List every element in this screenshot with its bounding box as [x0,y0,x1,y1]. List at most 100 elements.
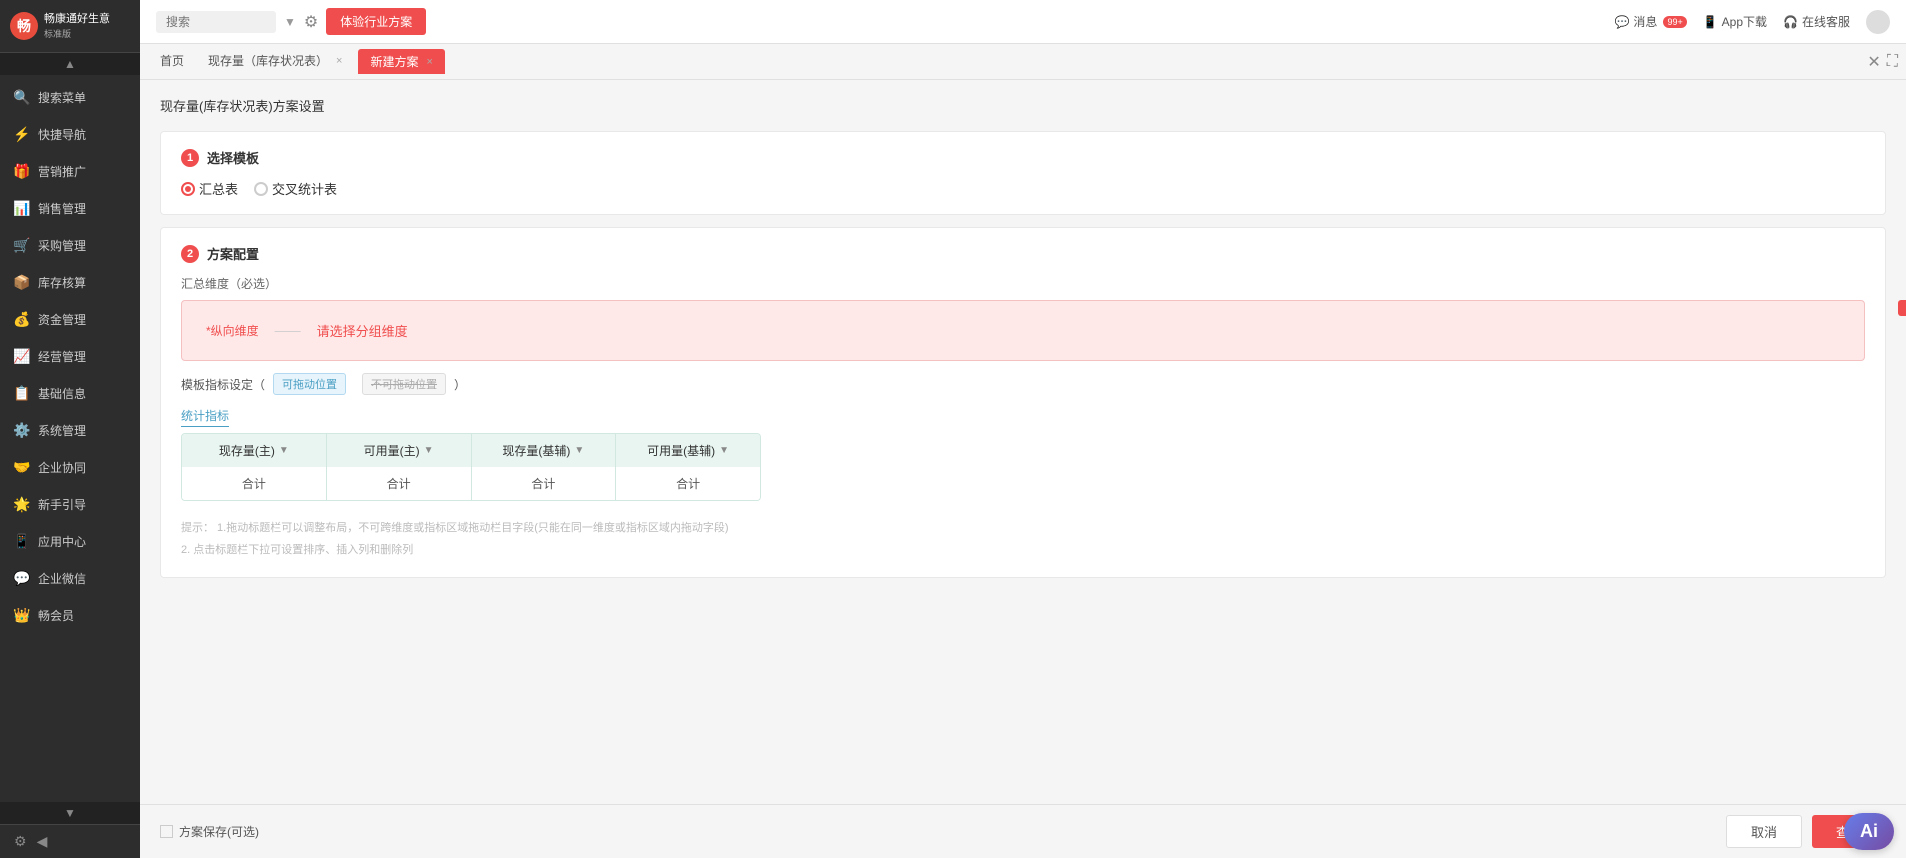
main-area: ▼ ⚙ 体验行业方案 💬 消息 99+ 📱 App下载 🎧 在线客服 首页 [140,0,1906,858]
sidebar-item-label: 快捷导航 [38,126,86,143]
section2-num: 2 [181,245,199,263]
tab-new-scheme[interactable]: 新建方案 × [358,49,444,74]
sidebar-item-sales[interactable]: 📊 销售管理 [0,190,140,227]
sidebar-item-quick[interactable]: ⚡ 快捷导航 [0,116,140,153]
stats-col-2-label: 现存量(基辅) [502,442,570,459]
cell-value-0-1: 合计 [387,475,411,492]
sidebar-item-cooperation[interactable]: 🤝 企业协同 [0,449,140,486]
dimension-box[interactable]: *纵向维度 —— 请选择分组维度 [181,300,1865,361]
search-input[interactable] [156,11,276,33]
col-2-dropdown-icon[interactable]: ▼ [574,445,584,456]
sidebar-item-wechat[interactable]: 💬 企业微信 [0,560,140,597]
col-1-dropdown-icon[interactable]: ▼ [424,445,434,456]
purchase-icon: 🛒 [14,238,30,254]
stats-col-3[interactable]: 可用量(基辅) ▼ [616,434,760,467]
message-icon: 💬 [1614,15,1629,29]
member-icon: 👑 [14,608,30,624]
tabs-actions: ✕ ⛶ [1867,52,1898,72]
sidebar-item-newbie[interactable]: 🌟 新手引导 [0,486,140,523]
sidebar-item-label: 畅会员 [38,607,74,624]
sidebar-item-search[interactable]: 🔍 搜索菜单 [0,79,140,116]
sidebar-item-label: 资金管理 [38,311,86,328]
template-settings-row: 模板指标设定（ 可拖动位置 不可拖动位置 ） [181,373,1865,395]
tab-new-scheme-close[interactable]: × [426,56,432,68]
window-close-btn[interactable]: ✕ [1867,52,1880,72]
section1-num: 1 [181,149,199,167]
dimension-config-label: 汇总维度（必选） [181,275,1865,292]
save-option-label: 方案保存(可选) [179,823,259,840]
sidebar-item-label: 营销推广 [38,163,86,180]
newbie-icon: 🌟 [14,497,30,513]
tab-inventory-label: 现存量（库存状况表） [208,52,328,69]
right-float-btn[interactable] [1898,300,1906,316]
section1-header: 1 选择模板 [181,148,1865,167]
sidebar-item-finance[interactable]: 💰 资金管理 [0,301,140,338]
radio-summary-circle [181,182,195,196]
stats-col-0[interactable]: 现存量(主) ▼ [182,434,327,467]
stats-table-body: 合计 合计 合计 合计 [182,467,760,500]
message-label: 消息 [1633,13,1657,30]
app-download-item[interactable]: 📱 App下载 [1703,13,1767,30]
stats-cell-0-2: 合计 [472,467,617,500]
app-download-icon: 📱 [1703,15,1718,29]
collapse-icon[interactable]: ◀ [37,833,48,850]
sidebar-item-label: 库存核算 [38,274,86,291]
tab-home[interactable]: 首页 [148,46,196,77]
settings-footer-icon[interactable]: ⚙ [14,833,27,850]
user-avatar[interactable] [1866,10,1890,34]
dimension-placeholder: 请选择分组维度 [317,321,408,340]
topbar-left: ▼ ⚙ 体验行业方案 [156,8,426,35]
customer-service-item[interactable]: 🎧 在线客服 [1783,13,1850,30]
topbar-right: 💬 消息 99+ 📱 App下载 🎧 在线客服 [1614,10,1890,34]
sidebar-item-purchase[interactable]: 🛒 采购管理 [0,227,140,264]
trial-btn[interactable]: 体验行业方案 [326,8,426,35]
sidebar-item-apps[interactable]: 📱 应用中心 [0,523,140,560]
finance-icon: 💰 [14,312,30,328]
sidebar-item-member[interactable]: 👑 畅会员 [0,597,140,634]
sidebar-item-label: 应用中心 [38,533,86,550]
radio-summary-label: 汇总表 [199,179,238,198]
app-download-label: App下载 [1722,13,1767,30]
save-option: 方案保存(可选) [160,823,259,840]
stats-col-1[interactable]: 可用量(主) ▼ [327,434,472,467]
cell-value-0-0: 合计 [242,475,266,492]
sidebar-item-basic[interactable]: 📋 基础信息 [0,375,140,412]
app-badge: 标准版 [44,27,110,40]
sidebar-item-operation[interactable]: 📈 经营管理 [0,338,140,375]
stats-col-3-label: 可用量(基辅) [647,442,715,459]
app-name: 畅康通好生意 [44,12,110,26]
radio-summary[interactable]: 汇总表 [181,179,238,198]
bottom-bar: 方案保存(可选) 取消 查询 [140,804,1906,858]
headset-icon: 🎧 [1783,15,1798,29]
cancel-button[interactable]: 取消 [1726,815,1802,848]
tabs-bar: 首页 现存量（库存状况表） × 新建方案 × ✕ ⛶ [140,44,1906,80]
section2-title: 方案配置 [207,244,259,263]
sidebar-item-label: 经营管理 [38,348,86,365]
sidebar-item-system[interactable]: ⚙️ 系统管理 [0,412,140,449]
message-badge: 99+ [1663,16,1686,28]
sidebar-item-marketing[interactable]: 🎁 营销推广 [0,153,140,190]
col-3-dropdown-icon[interactable]: ▼ [719,445,729,456]
sidebar-scroll-up[interactable]: ▲ [0,53,140,75]
tab-inventory[interactable]: 现存量（库存状况表） × [196,46,354,77]
ai-badge[interactable]: Ai [1844,813,1894,850]
radio-cross[interactable]: 交叉统计表 [254,179,337,198]
search-dropdown-icon[interactable]: ▼ [284,15,296,29]
apps-icon: 📱 [14,534,30,550]
template-settings-prefix: 模板指标设定（ [181,376,265,393]
sidebar-item-label: 搜索菜单 [38,89,86,106]
topbar-settings-icon[interactable]: ⚙ [304,12,318,32]
tab-inventory-close[interactable]: × [336,55,342,67]
stats-col-2[interactable]: 现存量(基辅) ▼ [472,434,617,467]
col-0-dropdown-icon[interactable]: ▼ [279,445,289,456]
sidebar-scroll-down[interactable]: ▼ [0,802,140,824]
stats-cell-0-1: 合计 [327,467,472,500]
message-item[interactable]: 💬 消息 99+ [1614,13,1686,30]
window-expand-btn[interactable]: ⛶ [1887,52,1898,72]
non-draggable-tag: 不可拖动位置 [362,373,446,395]
stats-label: 统计指标 [181,407,229,427]
stats-cell-0-3: 合计 [616,467,760,500]
sidebar-item-inventory[interactable]: 📦 库存核算 [0,264,140,301]
save-checkbox[interactable] [160,825,173,838]
sidebar-nav: 🔍 搜索菜单 ⚡ 快捷导航 🎁 营销推广 📊 销售管理 🛒 采购管理 📦 库存核… [0,75,140,802]
